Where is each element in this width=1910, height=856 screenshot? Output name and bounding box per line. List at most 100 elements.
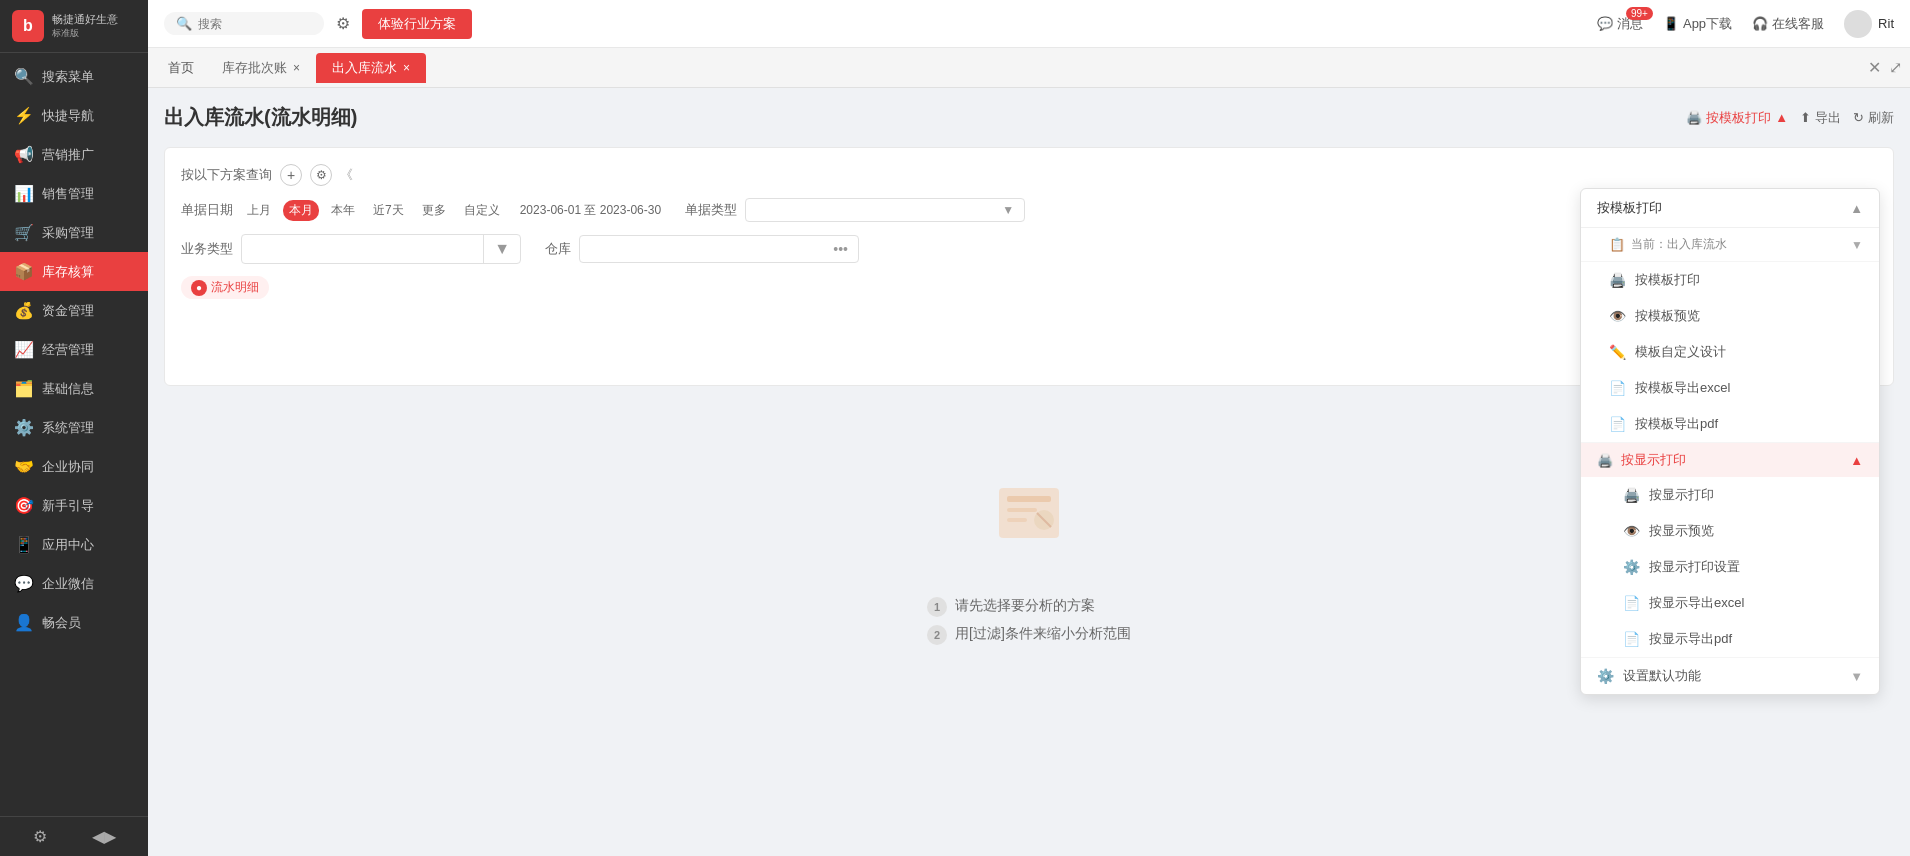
dropdown-item-set-default[interactable]: ⚙️ 设置默认功能 ▼ [1581,658,1879,694]
search-input[interactable] [198,17,298,31]
tab-batch[interactable]: 库存批次账 × [206,53,316,83]
sidebar-item-label: 快捷导航 [42,107,94,125]
member-icon: 👤 [14,613,34,632]
tab-home-label: 首页 [168,59,194,77]
date-tab-last-month[interactable]: 上月 [241,200,277,221]
sidebar-item-inventory[interactable]: 📦 库存核算 [0,252,148,291]
date-field-label: 单据日期 [181,201,233,219]
display-print-section-label: 🖨️ 按显示打印 [1597,451,1686,469]
sidebar: b 畅捷通好生意 标准版 🔍 搜索菜单 ⚡ 快捷导航 📢 营销推广 📊 销售管理 [0,0,148,856]
gear-icon[interactable]: ⚙ [336,14,350,33]
notification-icon: 💬 [1597,16,1613,31]
sidebar-item-base[interactable]: 🗂️ 基础信息 [0,369,148,408]
business-type-field: 业务类型 ▼ [181,234,521,264]
tab-flow[interactable]: 出入库流水 × [316,53,426,83]
dropdown-item-label: 按显示打印 [1649,486,1714,504]
sidebar-item-appcenter[interactable]: 📱 应用中心 [0,525,148,564]
business-type-input[interactable] [242,237,483,262]
section-print-icon: 🖨️ [1597,453,1613,468]
online-service-label: 在线客服 [1772,15,1824,33]
date-tab-this-month[interactable]: 本月 [283,200,319,221]
tab-home[interactable]: 首页 [156,53,206,83]
app-name-block: 畅捷通好生意 标准版 [52,12,118,39]
dropdown-item-display-excel[interactable]: 📄 按显示导出excel [1581,585,1879,621]
sidebar-item-marketing[interactable]: 📢 营销推广 [0,135,148,174]
sidebar-item-finance[interactable]: 💰 资金管理 [0,291,148,330]
tab-batch-close-icon[interactable]: × [293,61,300,75]
dropdown-item-template-print[interactable]: 🖨️ 按模板打印 [1581,262,1879,298]
dropdown-section-display-print[interactable]: 🖨️ 按显示打印 ▲ [1581,443,1879,477]
date-tab-7days[interactable]: 近7天 [367,200,410,221]
user-menu-btn[interactable]: Rit [1844,10,1894,38]
sidebar-item-label: 采购管理 [42,224,94,242]
filter-tag-shuimingxi[interactable]: ● 流水明细 [181,276,269,299]
svg-rect-3 [1007,518,1027,522]
warehouse-more-icon[interactable]: ••• [833,241,848,257]
date-tab-more[interactable]: 更多 [416,200,452,221]
dropdown-item-template-custom[interactable]: ✏️ 模板自定义设计 [1581,334,1879,370]
dropdown-close-icon[interactable]: ▲ [1850,201,1863,216]
refresh-btn[interactable]: ↻ 刷新 [1853,109,1894,127]
dropdown-item-label: 设置默认功能 [1623,667,1701,685]
filter-collapse-icon[interactable]: 《 [340,166,353,184]
dropdown-item-template-preview[interactable]: 👁️ 按模板预览 [1581,298,1879,334]
sidebar-item-label: 畅会员 [42,614,81,632]
business-type-more-icon[interactable]: ▼ [483,235,520,263]
step-num-2: 2 [927,625,947,645]
template-print-label: 按模板打印 [1706,109,1771,127]
window-close-btn[interactable]: ✕ [1868,58,1881,77]
sidebar-item-operations[interactable]: 📈 经营管理 [0,330,148,369]
dropdown-item-display-print-settings[interactable]: ⚙️ 按显示打印设置 [1581,549,1879,585]
empty-illustration [979,458,1079,577]
dropdown-item-template-excel[interactable]: 📄 按模板导出excel [1581,370,1879,406]
dropdown-item-display-print[interactable]: 🖨️ 按显示打印 [1581,477,1879,513]
sidebar-item-quicknav[interactable]: ⚡ 快捷导航 [0,96,148,135]
sidebar-item-search[interactable]: 🔍 搜索菜单 [0,57,148,96]
sidebar-item-cooperation[interactable]: 🤝 企业协同 [0,447,148,486]
app-badge: 标准版 [52,27,118,40]
warehouse-input[interactable]: ••• [579,235,859,263]
marketing-icon: 📢 [14,145,34,164]
dropdown-item-label: 按模板导出excel [1635,379,1730,397]
filter-settings-btn[interactable]: ⚙ [310,164,332,186]
dropdown-current-label: 当前：出入库流水 [1631,236,1851,253]
online-service-btn[interactable]: 🎧 在线客服 [1752,15,1824,33]
sidebar-item-label: 销售管理 [42,185,94,203]
sidebar-item-weixin[interactable]: 💬 企业微信 [0,564,148,603]
warehouse-label: 仓库 [545,240,571,258]
app-download-btn[interactable]: 📱 App下载 [1663,15,1732,33]
dropdown-item-display-pdf[interactable]: 📄 按显示导出pdf [1581,621,1879,657]
step-2-text: 用[过滤]条件来缩小分析范围 [955,625,1131,643]
sidebar-nav: 🔍 搜索菜单 ⚡ 快捷导航 📢 营销推广 📊 销售管理 🛒 采购管理 📦 [0,53,148,816]
sidebar-item-sales[interactable]: 📊 销售管理 [0,174,148,213]
filter-add-btn[interactable]: + [280,164,302,186]
trial-btn[interactable]: 体验行业方案 [362,9,472,39]
dropdown-panel: 按模板打印 ▲ 📋 当前：出入库流水 ▼ 🖨️ 按模板打印 👁️ 按模板预览 [1580,188,1880,695]
sidebar-item-label: 库存核算 [42,263,94,281]
print-icon: 🖨️ [1686,110,1702,125]
date-filter-field: 单据日期 上月 本月 本年 近7天 更多 自定义 2023-06-01 至 20… [181,200,661,221]
notification-btn[interactable]: 💬 消息 99+ [1597,15,1643,33]
topbar-search-box[interactable]: 🔍 [164,12,324,35]
sidebar-item-purchase[interactable]: 🛒 采购管理 [0,213,148,252]
tab-flow-close-icon[interactable]: × [403,61,410,75]
search-icon: 🔍 [176,16,192,31]
tab-batch-label: 库存批次账 [222,59,287,77]
date-tab-this-year[interactable]: 本年 [325,200,361,221]
section-chevron-up-icon[interactable]: ▲ [1850,453,1863,468]
sidebar-item-member[interactable]: 👤 畅会员 [0,603,148,642]
dropdown-item-display-preview[interactable]: 👁️ 按显示预览 [1581,513,1879,549]
window-maximize-btn[interactable]: ⤢ [1889,58,1902,77]
topbar-right: 💬 消息 99+ 📱 App下载 🎧 在线客服 Rit [1597,10,1894,38]
date-tabs: 上月 本月 本年 近7天 更多 自定义 2023-06-01 至 2023-06… [241,200,661,221]
export-btn[interactable]: ⬆ 导出 [1800,109,1841,127]
business-type-input-wrap[interactable]: ▼ [241,234,521,264]
sidebar-item-system[interactable]: ⚙️ 系统管理 [0,408,148,447]
sidebar-collapse-icon[interactable]: ◀▶ [92,827,116,846]
sidebar-settings-icon[interactable]: ⚙ [33,827,47,846]
voucher-type-select[interactable]: ▼ [745,198,1025,222]
date-tab-custom[interactable]: 自定义 [458,200,506,221]
dropdown-item-template-pdf[interactable]: 📄 按模板导出pdf [1581,406,1879,442]
sidebar-item-guide[interactable]: 🎯 新手引导 [0,486,148,525]
template-print-btn[interactable]: 🖨️ 按模板打印 ▲ [1686,109,1788,127]
